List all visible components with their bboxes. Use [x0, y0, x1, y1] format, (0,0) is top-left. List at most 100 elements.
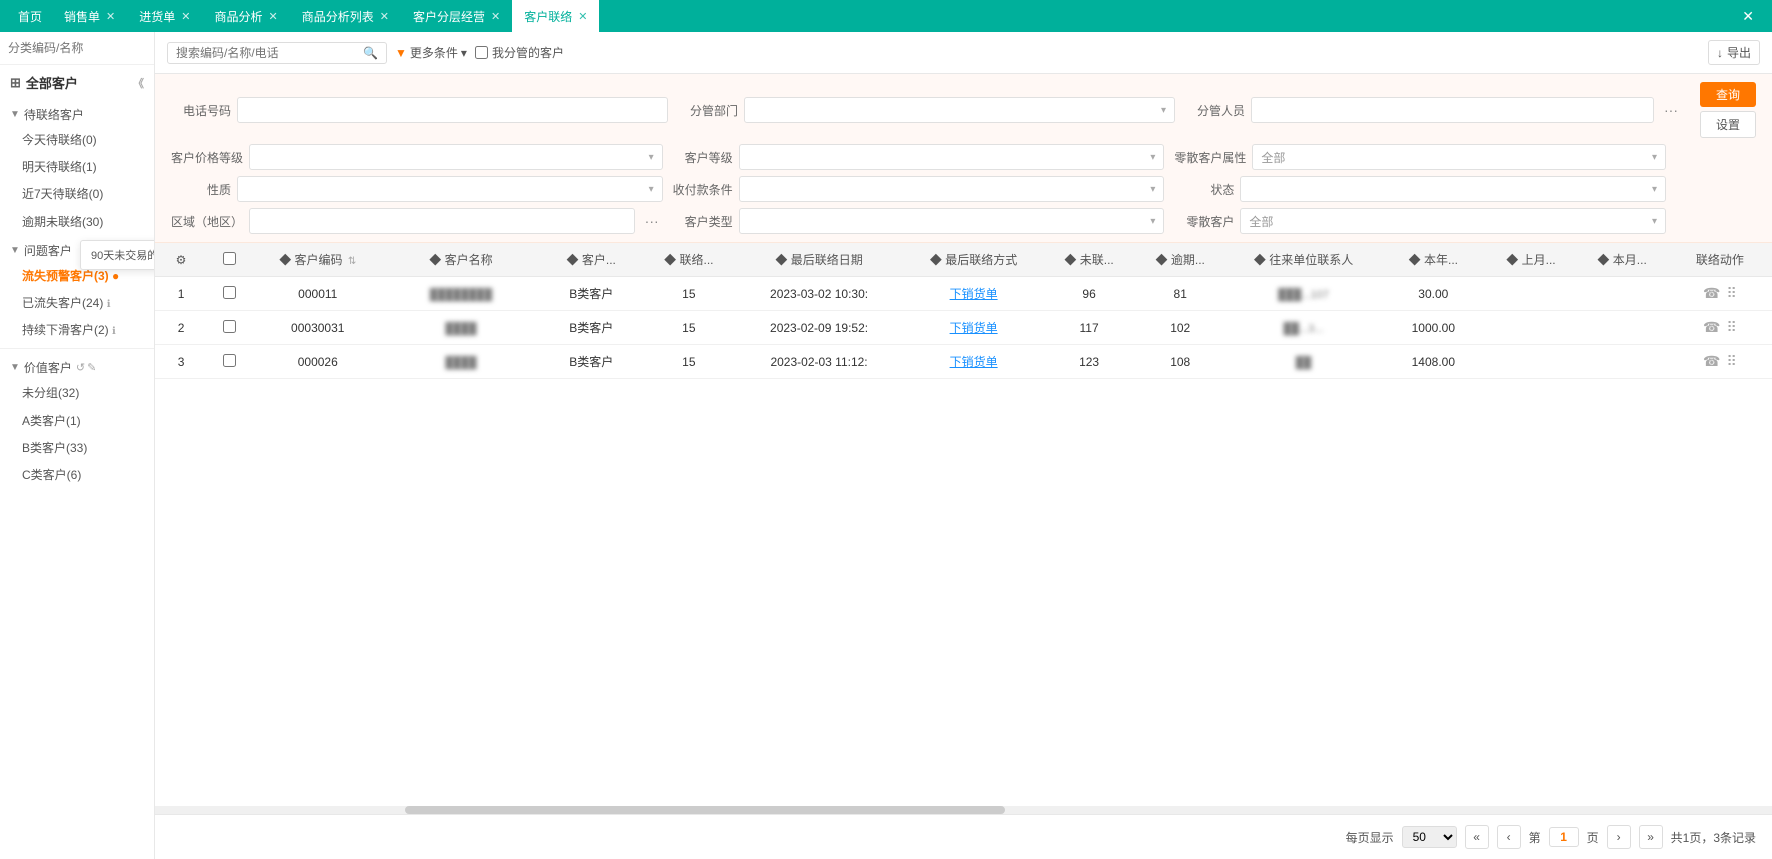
- refresh-icon[interactable]: ↺: [76, 361, 85, 374]
- row3-checkbox[interactable]: [207, 345, 253, 379]
- nav-product-analysis[interactable]: 商品分析 ✕: [202, 0, 289, 32]
- row2-more-icon[interactable]: ⠿: [1726, 319, 1736, 336]
- sidebar-item-type-b[interactable]: B类客户(33): [0, 435, 154, 462]
- sidebar-search-container: 🔍: [0, 32, 154, 65]
- filter-actions: 查询 设置: [1700, 82, 1756, 138]
- retail-customer-select[interactable]: 全部 ▾: [1240, 208, 1666, 234]
- table-row: 1 000011 ████████ B类客户 15 2023-03-02 10:…: [155, 277, 1772, 311]
- row3-seq: 3: [155, 345, 207, 379]
- sidebar-collapse-btn[interactable]: 《: [133, 75, 144, 91]
- sidebar-item-overdue-pending[interactable]: 逾期未联络(30): [0, 209, 154, 236]
- row3-phone-icon[interactable]: ☎: [1703, 353, 1720, 370]
- row1-checkbox[interactable]: [207, 277, 253, 311]
- nav-product-analysis-list-close[interactable]: ✕: [380, 10, 389, 23]
- sidebar-item-declining[interactable]: 持续下滑客户(2) ℹ: [0, 317, 154, 344]
- phone-input[interactable]: [237, 97, 668, 123]
- select-all-checkbox[interactable]: [223, 252, 236, 265]
- page-label: 页: [1587, 829, 1599, 846]
- retail-attr-select[interactable]: 全部 ▾: [1252, 144, 1666, 170]
- dept-label: 分管部门: [678, 102, 738, 119]
- row3-last-contact-date: 2023-02-03 11:12:: [734, 345, 903, 379]
- sidebar-all-customers[interactable]: ⊞ 全部客户 《: [0, 65, 154, 100]
- row2-checkbox[interactable]: [207, 311, 253, 345]
- payment-select[interactable]: ▾: [739, 176, 1165, 202]
- sidebar-item-week-pending[interactable]: 近7天待联络(0): [0, 181, 154, 208]
- my-customers-checkbox[interactable]: [475, 46, 488, 59]
- table-row: 2 00030031 ████ B类客户 15 2023-02-09 19:52…: [155, 311, 1772, 345]
- query-button[interactable]: 查询: [1700, 82, 1756, 107]
- sidebar-group-pending[interactable]: ▼ 待联络客户: [0, 100, 154, 127]
- filter-status: 状态 ▾: [1174, 176, 1666, 202]
- row2-this-month: [1577, 311, 1668, 345]
- row1-phone-icon[interactable]: ☎: [1703, 285, 1720, 302]
- nav-customer-contact[interactable]: 客户联络 ✕: [512, 0, 599, 32]
- code-sort-icon: ⇅: [348, 256, 356, 267]
- row2-not-contact: 117: [1044, 311, 1135, 345]
- customer-type-select[interactable]: ▾: [739, 208, 1165, 234]
- filter-more-button[interactable]: ▼ 更多条件 ▾: [395, 44, 467, 61]
- sidebar-item-today-pending[interactable]: 今天待联络(0): [0, 127, 154, 154]
- sidebar-group-value[interactable]: ▼ 价值客户 ↺ ✎: [0, 353, 154, 380]
- export-button[interactable]: ↓ 导出: [1708, 40, 1760, 65]
- row1-way-link[interactable]: 下销货单: [950, 287, 998, 301]
- col-checkbox-header[interactable]: [207, 243, 253, 277]
- page-size-select[interactable]: 50 100: [1402, 826, 1457, 848]
- row2-way-link[interactable]: 下销货单: [950, 321, 998, 335]
- nav-product-analysis-close[interactable]: ✕: [269, 10, 278, 23]
- region-input[interactable]: [249, 208, 635, 234]
- row3-unit-contact: ██: [1226, 345, 1381, 379]
- export-icon: ↓: [1717, 46, 1723, 60]
- edit-icon[interactable]: ✎: [87, 361, 96, 374]
- nature-select[interactable]: ▾: [237, 176, 663, 202]
- nav-product-analysis-list[interactable]: 商品分析列表 ✕: [290, 0, 401, 32]
- row1-more-icon[interactable]: ⠿: [1726, 285, 1736, 302]
- region-dots[interactable]: ···: [641, 213, 663, 229]
- status-select[interactable]: ▾: [1240, 176, 1666, 202]
- sidebar-item-type-c[interactable]: C类客户(6): [0, 462, 154, 489]
- scrollbar-thumb[interactable]: [405, 806, 1005, 814]
- last-page-button[interactable]: »: [1639, 825, 1663, 849]
- info-icon-already-lost: ℹ: [107, 299, 111, 310]
- page-number-input[interactable]: [1549, 827, 1579, 847]
- row1-this-year: 30.00: [1381, 277, 1485, 311]
- nav-home[interactable]: 首页: [8, 0, 52, 32]
- retail-customer-arrow: ▾: [1652, 216, 1657, 227]
- person-dots[interactable]: ···: [1660, 102, 1682, 118]
- row2-phone-icon[interactable]: ☎: [1703, 319, 1720, 336]
- nav-sales[interactable]: 销售单 ✕: [52, 0, 127, 32]
- prev-page-button[interactable]: ‹: [1497, 825, 1521, 849]
- sidebar-item-ungroup[interactable]: 未分组(32): [0, 380, 154, 407]
- customer-level-label: 客户等级: [673, 149, 733, 166]
- nature-label: 性质: [171, 181, 231, 198]
- sidebar-item-already-lost[interactable]: 已流失客户(24) ℹ: [0, 290, 154, 317]
- nav-customer-layer[interactable]: 客户分层经营 ✕: [401, 0, 512, 32]
- nav-sales-close[interactable]: ✕: [106, 10, 115, 23]
- col-name-header: ◆ 客户名称: [383, 243, 539, 277]
- first-page-button[interactable]: «: [1465, 825, 1489, 849]
- horizontal-scrollbar[interactable]: [155, 806, 1772, 814]
- price-level-select[interactable]: ▾: [249, 144, 663, 170]
- person-select[interactable]: [1251, 97, 1654, 123]
- row3-way-link[interactable]: 下销货单: [950, 355, 998, 369]
- phone-label: 电话号码: [171, 102, 231, 119]
- next-page-button[interactable]: ›: [1607, 825, 1631, 849]
- toolbar-search-icon[interactable]: 🔍: [363, 46, 378, 60]
- sidebar-item-type-a[interactable]: A类客户(1): [0, 408, 154, 435]
- loss-warning-dot-icon: ●: [112, 269, 119, 283]
- dept-select[interactable]: ▾: [744, 97, 1175, 123]
- toolbar-search-input[interactable]: [176, 46, 363, 60]
- customer-level-select[interactable]: ▾: [739, 144, 1165, 170]
- row1-action: ☎ ⠿: [1668, 277, 1772, 311]
- sidebar-item-tomorrow-pending[interactable]: 明天待联络(1): [0, 154, 154, 181]
- nav-customer-contact-close[interactable]: ✕: [578, 10, 587, 23]
- window-close-button[interactable]: ✕: [1732, 8, 1764, 25]
- sidebar-search-input[interactable]: [8, 41, 155, 55]
- my-customers-checkbox-container[interactable]: 我分管的客户: [475, 44, 564, 61]
- row3-more-icon[interactable]: ⠿: [1726, 353, 1736, 370]
- nav-customer-layer-close[interactable]: ✕: [491, 10, 500, 23]
- nav-purchase[interactable]: 进货单 ✕: [127, 0, 202, 32]
- col-settings[interactable]: ⚙: [155, 243, 207, 277]
- status-label: 状态: [1174, 181, 1234, 198]
- settings-button[interactable]: 设置: [1700, 111, 1756, 138]
- nav-purchase-close[interactable]: ✕: [181, 10, 190, 23]
